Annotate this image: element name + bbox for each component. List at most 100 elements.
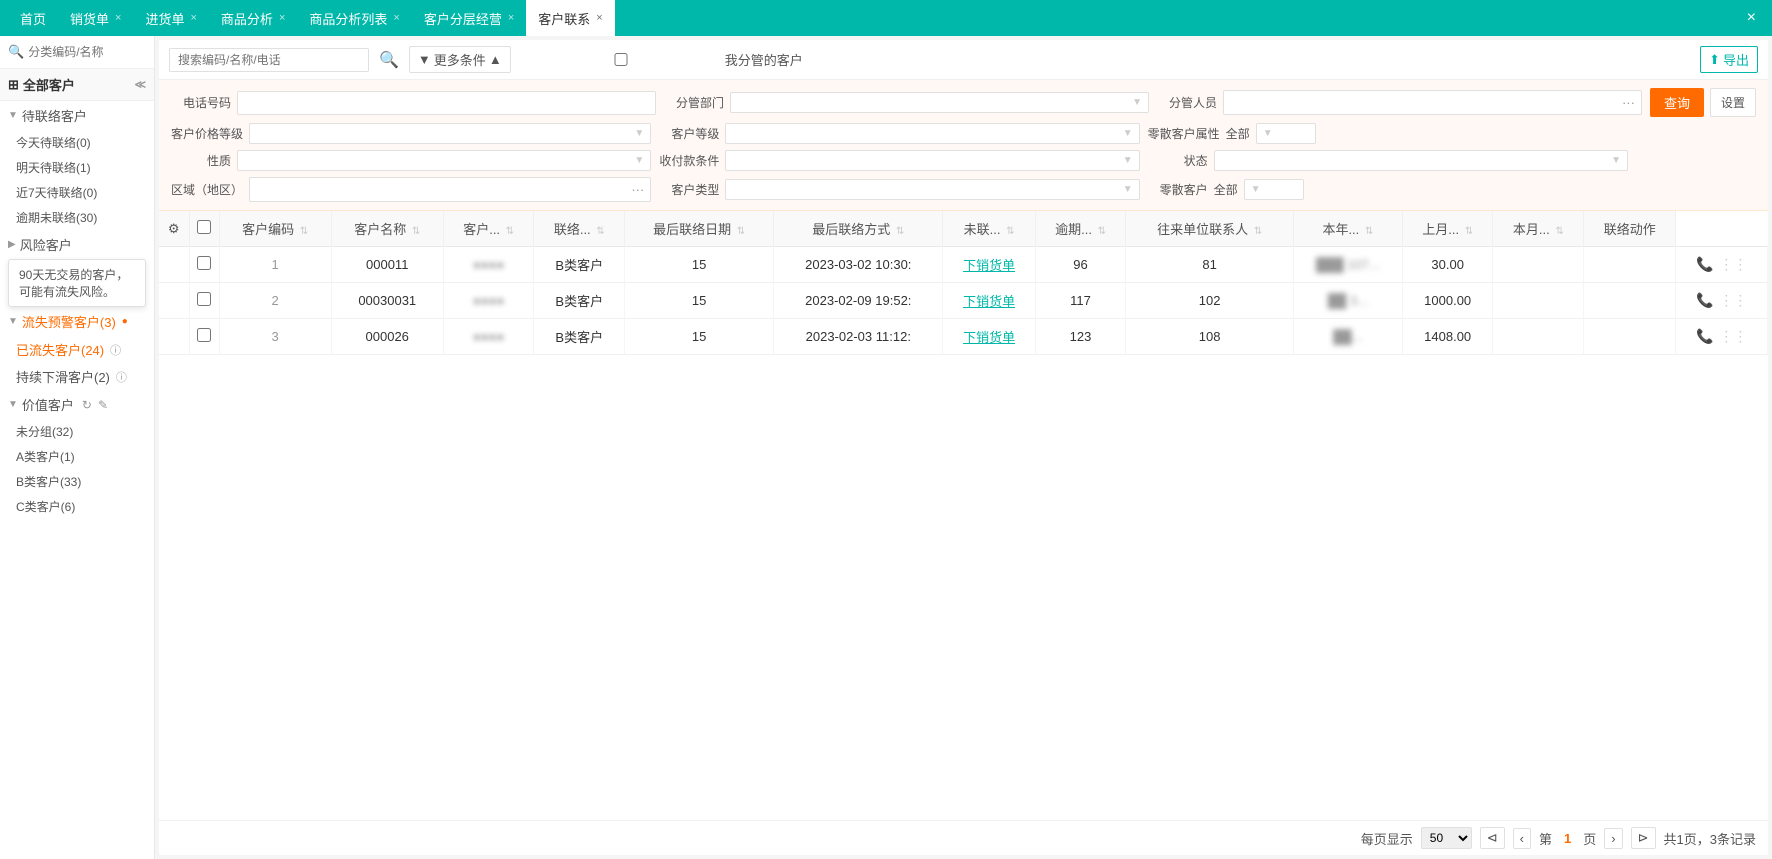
next-page-button[interactable]: ›	[1604, 828, 1622, 849]
last-page-button[interactable]: ⊳	[1631, 827, 1656, 849]
area-select[interactable]: ···	[249, 177, 651, 202]
row-settings[interactable]	[159, 247, 189, 283]
row-checkbox-2[interactable]	[197, 328, 211, 342]
filter-field-area: 区域（地区） ···	[171, 177, 651, 202]
close-customer-tier-icon[interactable]: ×	[508, 12, 514, 24]
more-dots-area[interactable]: ···	[631, 182, 644, 197]
settings-col-header[interactable]: ⚙	[159, 211, 189, 247]
person-select[interactable]: ···	[1223, 90, 1642, 115]
search-input[interactable]	[169, 48, 369, 72]
sidebar-item-overdue[interactable]: 逾期未联络(30)	[0, 205, 154, 230]
sidebar-item-class-b[interactable]: B类客户(33)	[0, 469, 154, 494]
sort-code-icon: ⇅	[300, 226, 308, 237]
sidebar-item-today[interactable]: 今天待联络(0)	[0, 130, 154, 155]
last-contact-method-col-header[interactable]: 最后联络方式 ⇅	[774, 211, 943, 247]
more-action-icon[interactable]: ⋮⋮	[1719, 328, 1747, 345]
nav-sales-order[interactable]: 销货单 ×	[58, 0, 133, 36]
first-page-button[interactable]: ⊲	[1480, 827, 1505, 849]
row-settings[interactable]	[159, 319, 189, 355]
status-arrow-icon: ▼	[1611, 155, 1621, 166]
export-button[interactable]: ⬆ 导出	[1700, 46, 1758, 73]
pay-terms-select[interactable]: ▼	[725, 150, 1139, 171]
cust-type-select[interactable]: ▼	[725, 179, 1139, 200]
last-contact-date-col-header[interactable]: 最后联络日期 ⇅	[625, 211, 774, 247]
level-select[interactable]: ▼	[725, 123, 1139, 144]
type-col-header[interactable]: 客户... ⇅	[443, 211, 534, 247]
table-header-row: ⚙ 客户编码 ⇅ 客户名称 ⇅ 客户... ⇅ 联络... ⇅ 最后联络日期 ⇅…	[159, 211, 1768, 247]
contact-col-header[interactable]: 联络... ⇅	[534, 211, 625, 247]
row-actions: 📞 ⋮⋮	[1676, 319, 1768, 355]
sidebar-item-declining[interactable]: 持续下滑客户(2) ⓘ	[0, 363, 154, 390]
last-month-col-header[interactable]: 上月... ⇅	[1402, 211, 1493, 247]
sidebar-item-7days[interactable]: 近7天待联络(0)	[0, 180, 154, 205]
sidebar-group-churn-warning[interactable]: ▼ 流失预警客户(3) ●	[0, 307, 154, 336]
sidebar-item-class-a[interactable]: A类客户(1)	[0, 444, 154, 469]
prev-page-button[interactable]: ‹	[1513, 828, 1531, 849]
my-customers-check[interactable]	[521, 53, 721, 66]
nav-customer-contact[interactable]: 客户联系 ×	[526, 0, 614, 36]
nav-customer-tier[interactable]: 客户分层经营 ×	[412, 0, 526, 36]
sidebar-item-tomorrow[interactable]: 明天待联络(1)	[0, 155, 154, 180]
dept-select[interactable]: ▼	[730, 92, 1149, 113]
more-action-icon[interactable]: ⋮⋮	[1719, 256, 1747, 273]
edit-icon[interactable]: ✎	[98, 398, 108, 412]
search-button[interactable]: 🔍	[379, 50, 399, 70]
select-all-checkbox[interactable]	[197, 220, 211, 234]
more-filter-button[interactable]: ▼ 更多条件 ▲	[409, 46, 511, 73]
collapse-icon[interactable]: ≪	[134, 78, 146, 91]
row-last-contact-method[interactable]: 下销货单	[943, 319, 1035, 355]
nav-purchase-order[interactable]: 进货单 ×	[133, 0, 208, 36]
this-month-col-header[interactable]: 本月... ⇅	[1493, 211, 1584, 247]
page-size-select[interactable]: 50 100 200	[1421, 827, 1472, 849]
row-checkbox-cell[interactable]	[189, 283, 219, 319]
name-col-header[interactable]: 客户名称 ⇅	[331, 211, 443, 247]
zero-attr-select[interactable]: ▼	[1256, 123, 1316, 144]
sidebar-group-risk[interactable]: ▶ 风险客户	[0, 230, 154, 259]
row-last-contact-method[interactable]: 下销货单	[943, 283, 1035, 319]
nav-product-analysis-list[interactable]: 商品分析列表 ×	[297, 0, 411, 36]
checkbox-col-header[interactable]	[189, 211, 219, 247]
sidebar-item-ungrouped[interactable]: 未分组(32)	[0, 419, 154, 444]
phone-action-icon[interactable]: 📞	[1696, 328, 1713, 345]
sidebar-item-class-c[interactable]: C类客户(6)	[0, 494, 154, 519]
close-product-analysis-list-icon[interactable]: ×	[393, 12, 399, 24]
price-level-select[interactable]: ▼	[249, 123, 651, 144]
row-checkbox-cell[interactable]	[189, 247, 219, 283]
zero-customer-select[interactable]: ▼	[1244, 179, 1304, 200]
my-customers-checkbox[interactable]: 我分管的客户	[521, 50, 803, 69]
phone-input[interactable]	[237, 91, 656, 115]
code-col-header[interactable]: 客户编码 ⇅	[219, 211, 331, 247]
uncontacted-col-header[interactable]: 未联... ⇅	[943, 211, 1035, 247]
query-button[interactable]: 查询	[1650, 88, 1704, 117]
sidebar-search-input[interactable]	[28, 45, 155, 59]
sidebar-group-value[interactable]: ▼ 价值客户 ↻ ✎	[0, 390, 154, 419]
row-checkbox-1[interactable]	[197, 292, 211, 306]
sidebar-group-pending-contact[interactable]: ▼ 待联络客户	[0, 101, 154, 130]
this-year-col-header[interactable]: 本年... ⇅	[1293, 211, 1402, 247]
sidebar-all-customers-header[interactable]: ⊞ 全部客户 ≪	[0, 69, 154, 101]
contact-person-col-header[interactable]: 往来单位联系人 ⇅	[1126, 211, 1294, 247]
close-sales-order-icon[interactable]: ×	[115, 12, 121, 24]
phone-action-icon[interactable]: 📞	[1696, 292, 1713, 309]
sidebar-item-churned[interactable]: 已流失客户(24) ⓘ	[0, 336, 154, 363]
level-arrow-icon: ▼	[1123, 128, 1133, 139]
close-product-analysis-icon[interactable]: ×	[279, 12, 285, 24]
more-dots-person[interactable]: ···	[1622, 95, 1635, 110]
row-settings[interactable]	[159, 283, 189, 319]
row-num: 2	[219, 283, 331, 319]
close-customer-contact-icon[interactable]: ×	[596, 12, 602, 24]
row-last-contact-method[interactable]: 下销货单	[943, 247, 1035, 283]
nature-select[interactable]: ▼	[237, 150, 651, 171]
nav-product-analysis[interactable]: 商品分析 ×	[209, 0, 297, 36]
overdue-col-header[interactable]: 逾期... ⇅	[1035, 211, 1126, 247]
nav-home[interactable]: 首页	[8, 0, 58, 36]
phone-action-icon[interactable]: 📞	[1696, 256, 1713, 273]
close-purchase-order-icon[interactable]: ×	[190, 12, 196, 24]
more-action-icon[interactable]: ⋮⋮	[1719, 292, 1747, 309]
row-checkbox-cell[interactable]	[189, 319, 219, 355]
settings-button[interactable]: 设置	[1710, 88, 1756, 117]
row-checkbox-0[interactable]	[197, 256, 211, 270]
status-select[interactable]: ▼	[1214, 150, 1628, 171]
close-window-button[interactable]: ×	[1739, 9, 1764, 27]
refresh-icon[interactable]: ↻	[82, 398, 92, 412]
